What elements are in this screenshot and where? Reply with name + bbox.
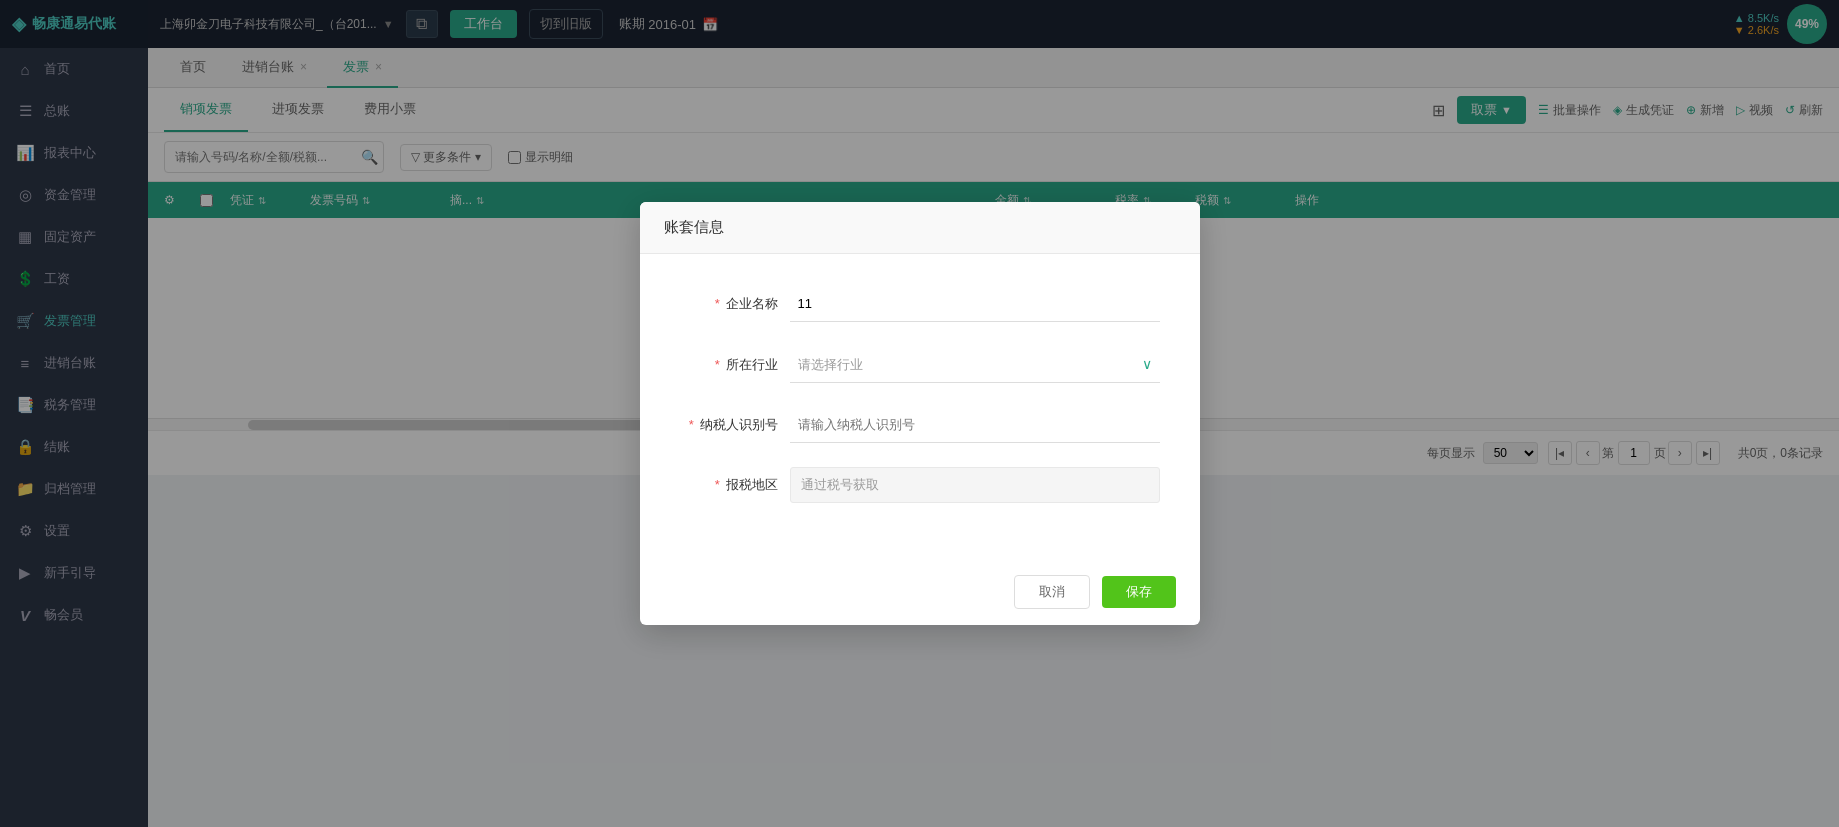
modal-title: 账套信息 bbox=[640, 202, 1200, 254]
tax-id-input[interactable] bbox=[790, 407, 1160, 443]
modal-footer: 取消 保存 bbox=[640, 559, 1200, 625]
industry-row: * 所在行业 请选择行业 ∨ bbox=[680, 346, 1160, 383]
industry-select[interactable]: 请选择行业 bbox=[790, 346, 1160, 382]
save-button[interactable]: 保存 bbox=[1102, 576, 1176, 608]
tax-id-label: * 纳税人识别号 bbox=[680, 416, 790, 434]
company-name-row: * 企业名称 bbox=[680, 286, 1160, 322]
modal-overlay: 账套信息 * 企业名称 * 所在行业 请选择行业 bbox=[0, 0, 1839, 827]
tax-region-display: 通过税号获取 bbox=[790, 467, 1160, 503]
company-name-label: * 企业名称 bbox=[680, 295, 790, 313]
modal-body: * 企业名称 * 所在行业 请选择行业 ∨ bbox=[640, 254, 1200, 559]
account-info-modal: 账套信息 * 企业名称 * 所在行业 请选择行业 bbox=[640, 202, 1200, 625]
tax-id-row: * 纳税人识别号 bbox=[680, 407, 1160, 443]
industry-label: * 所在行业 bbox=[680, 356, 790, 374]
cancel-button[interactable]: 取消 bbox=[1014, 575, 1090, 609]
required-star: * bbox=[715, 296, 720, 311]
required-star: * bbox=[689, 417, 694, 432]
company-name-input[interactable] bbox=[790, 286, 1160, 322]
required-star: * bbox=[715, 357, 720, 372]
tax-region-label: * 报税地区 bbox=[680, 476, 790, 494]
industry-select-wrapper: 请选择行业 ∨ bbox=[790, 346, 1160, 383]
required-star: * bbox=[715, 477, 720, 492]
tax-region-row: * 报税地区 通过税号获取 bbox=[680, 467, 1160, 503]
